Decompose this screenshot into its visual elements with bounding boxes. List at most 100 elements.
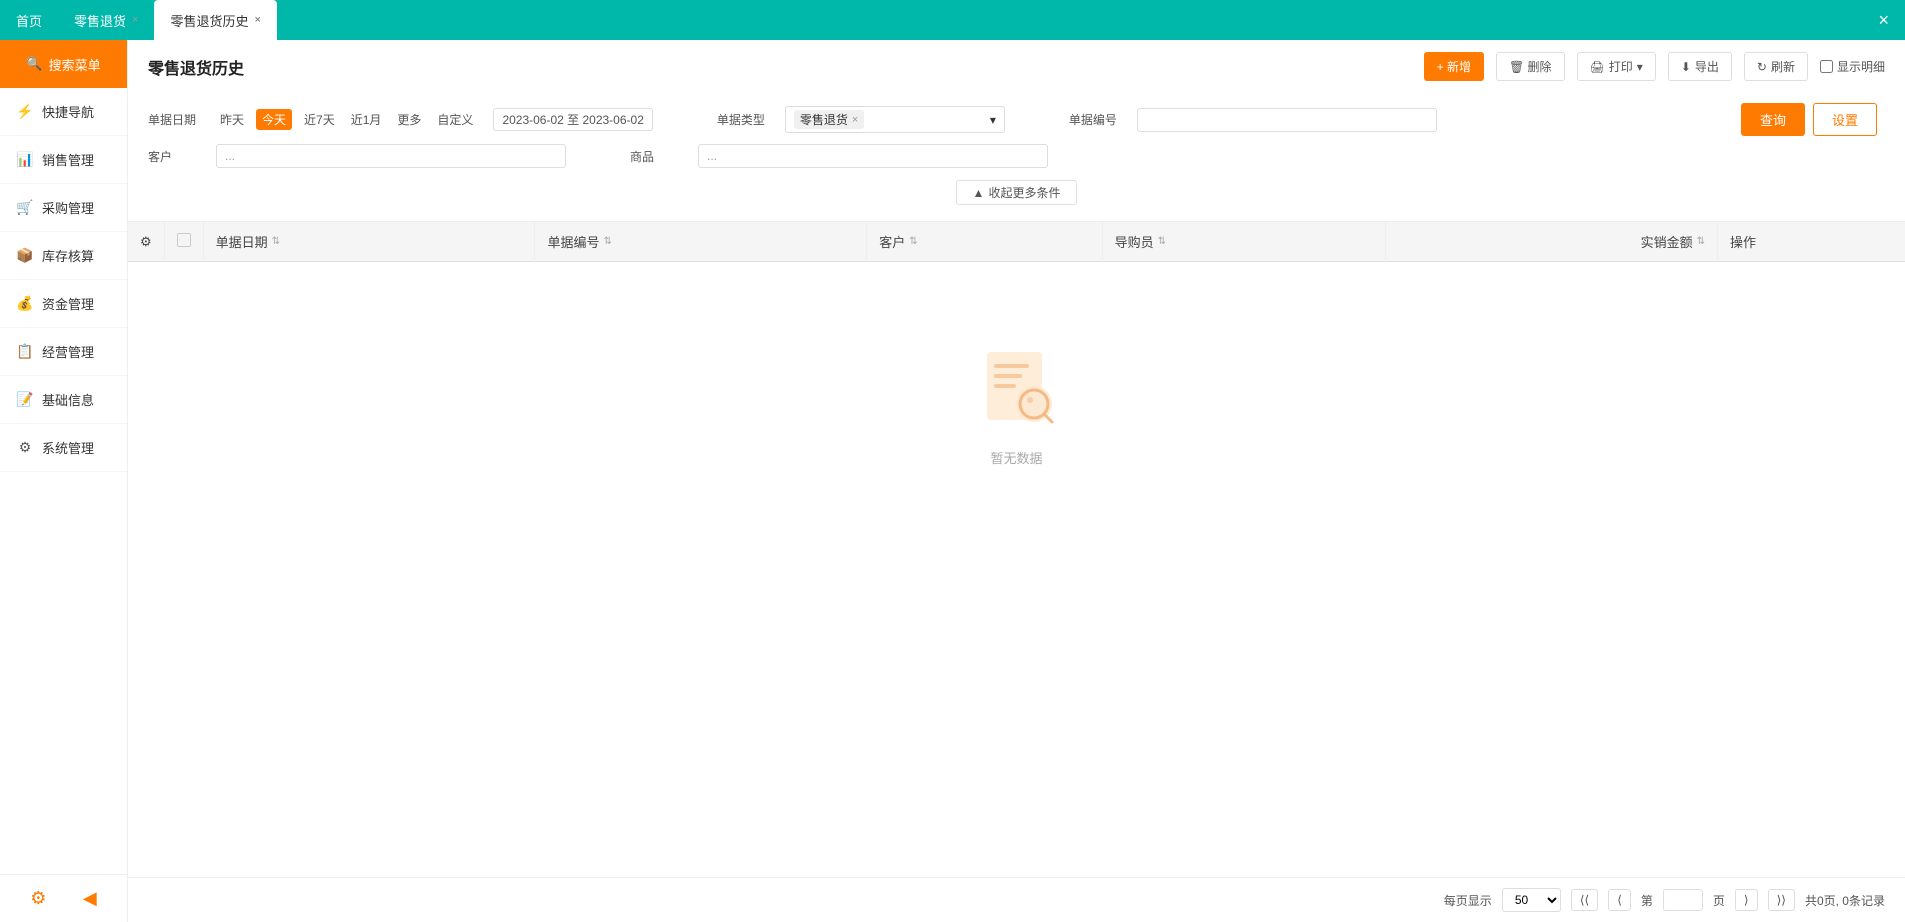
sidebar-item-icon: 📝 [16,391,34,409]
date-range-input[interactable]: 2023-06-02 至 2023-06-02 [493,108,652,131]
filter-number-item: 单据编号 [1069,108,1437,132]
export-button[interactable]: ⬇ 导出 [1668,52,1732,81]
filter-row-1: 单据日期 昨天 今天 近7天 近1月 更多 自定义 2023-06-02 至 2… [148,103,1885,136]
per-page-select[interactable]: 50 100 200 [1502,888,1561,912]
sidebar-item-label: 采购管理 [42,198,94,217]
sidebar-item-资金管理[interactable]: 💰 资金管理 [0,280,127,328]
show-detail-label: 显示明细 [1837,58,1885,75]
empty-state: 暂无数据 [128,262,1905,547]
print-icon: 🖨 [1590,60,1605,74]
tab-首页[interactable]: 首页 [0,0,58,40]
query-button[interactable]: 查询 [1741,103,1805,136]
collapse-button[interactable]: ▲ 收起更多条件 [956,180,1078,205]
number-filter-input[interactable] [1137,108,1437,132]
type-select[interactable]: 零售退货 × ▾ [785,106,1005,133]
page-number-input[interactable]: 1 [1663,889,1703,911]
th-customer-label: 客户 [879,232,905,251]
type-tag-close[interactable]: × [852,114,858,126]
sidebar-item-icon: 🛒 [16,199,34,217]
sidebar-item-label: 销售管理 [42,150,94,169]
refresh-icon: ↻ [1757,60,1767,74]
th-amount-sort-icon: ⇅ [1697,236,1705,247]
export-icon: ⬇ [1681,60,1691,74]
show-detail-toggle[interactable]: 显示明细 [1820,58,1885,75]
filter-type-item: 单据类型 零售退货 × ▾ [717,106,1005,133]
collapse-label: 收起更多条件 [988,184,1060,201]
first-page-button[interactable]: ⟨⟨ [1571,889,1598,911]
new-button[interactable]: + 新增 [1424,52,1484,81]
header-checkbox[interactable] [177,233,191,247]
pagination-bar: 每页显示 50 100 200 ⟨⟨ ⟨ 第 1 页 ⟩ ⟩⟩ 共0页, 0条记… [128,877,1905,922]
total-label: 共0页, 0条记录 [1805,892,1885,909]
th-amount-label: 实销金额 [1641,232,1693,251]
th-guide-sort-icon: ⇅ [1158,236,1166,247]
sidebar-item-销售管理[interactable]: 📊 销售管理 [0,136,127,184]
collapse-bar: ▲ 收起更多条件 [148,176,1885,213]
th-action-label: 操作 [1730,235,1756,250]
th-date-sort-icon: ⇅ [272,236,280,247]
th-settings[interactable]: ⚙ [128,222,164,262]
th-check[interactable] [164,222,203,262]
main-layout: 🔍 搜索菜单 ⚡ 快捷导航 📊 销售管理 🛒 采购管理 📦 库存核算 💰 资金管… [0,40,1905,922]
tab-close-icon[interactable]: × [132,14,138,26]
settings-button[interactable]: 设置 [1813,103,1877,136]
date-opt-more[interactable]: 更多 [393,109,425,130]
window-close-button[interactable]: × [1862,10,1905,31]
sidebar-menu: ⚡ 快捷导航 📊 销售管理 🛒 采购管理 📦 库存核算 💰 资金管理 📋 经营管… [0,88,127,874]
sidebar-item-label: 快捷导航 [42,102,94,121]
delete-button[interactable]: 🗑 删除 [1496,52,1565,81]
th-date-label: 单据日期 [216,232,268,251]
sidebar-item-经营管理[interactable]: 📋 经营管理 [0,328,127,376]
date-filter-label: 单据日期 [148,111,208,128]
refresh-button[interactable]: ↻ 刷新 [1744,52,1808,81]
th-customer[interactable]: 客户⇅ [867,222,1102,262]
collapse-up-icon: ▲ [973,186,985,200]
sidebar-item-系统管理[interactable]: ⚙ 系统管理 [0,424,127,472]
date-opt-7days[interactable]: 近7天 [300,109,339,130]
type-tag: 零售退货 × [794,110,864,129]
th-number-sort-icon: ⇅ [603,236,611,247]
prev-page-button[interactable]: ⟨ [1608,889,1631,911]
search-icon: 🔍 [26,56,42,72]
goods-filter-input[interactable]: ... [698,144,1048,168]
sidebar-item-基础信息[interactable]: 📝 基础信息 [0,376,127,424]
sidebar-item-label: 基础信息 [42,390,94,409]
show-detail-checkbox[interactable] [1820,60,1833,73]
th-guide[interactable]: 导购员⇅ [1102,222,1386,262]
top-bar: 首页零售退货×零售退货历史× × [0,0,1905,40]
number-filter-label: 单据编号 [1069,111,1129,128]
th-number-label: 单据编号 [547,232,599,251]
sidebar-item-采购管理[interactable]: 🛒 采购管理 [0,184,127,232]
refresh-label: 刷新 [1771,58,1795,75]
tab-零售退货历史[interactable]: 零售退货历史× [154,0,276,40]
empty-state-cell: 暂无数据 [128,262,1905,548]
last-page-button[interactable]: ⟩⟩ [1768,889,1795,911]
date-opt-today[interactable]: 今天 [256,109,292,130]
th-number[interactable]: 单据编号 ⇅ [535,222,867,262]
table-header: ⚙ 单据日期⇅ 单据编号⇅ 客户⇅ 导购员⇅ 实销金额⇅ 操作 [128,222,1905,262]
page-unit: 页 [1713,892,1725,909]
sidebar-item-快捷导航[interactable]: ⚡ 快捷导航 [0,88,127,136]
date-opt-custom[interactable]: 自定义 [433,109,477,130]
settings-icon[interactable]: ⚙ [30,888,46,909]
filter-date-item: 单据日期 昨天 今天 近7天 近1月 更多 自定义 2023-06-02 至 2… [148,108,653,131]
sidebar-item-库存核算[interactable]: 📦 库存核算 [0,232,127,280]
tab-close-icon[interactable]: × [254,14,260,26]
filter-customer-item: 客户 ... [148,144,566,168]
customer-filter-input[interactable]: ... [216,144,566,168]
print-button[interactable]: 🖨 打印 ▾ [1577,52,1656,81]
query-buttons: 查询 设置 [1741,103,1885,136]
next-page-button[interactable]: ⟩ [1735,889,1758,911]
tab-零售退货[interactable]: 零售退货× [58,0,154,40]
sidebar-search-button[interactable]: 🔍 搜索菜单 [0,40,127,88]
type-filter-label: 单据类型 [717,111,777,128]
data-table: ⚙ 单据日期⇅ 单据编号⇅ 客户⇅ 导购员⇅ 实销金额⇅ 操作 [128,222,1905,547]
customer-filter-label: 客户 [148,148,208,165]
date-opt-yesterday[interactable]: 昨天 [216,109,248,130]
date-opt-1month[interactable]: 近1月 [347,109,386,130]
print-dropdown-icon: ▾ [1637,60,1643,74]
th-date[interactable]: 单据日期 ⇅ [203,222,535,262]
collapse-icon[interactable]: ◀ [83,888,97,909]
table-body: 暂无数据 [128,262,1905,548]
th-amount[interactable]: 实销金额 ⇅ [1386,222,1718,262]
